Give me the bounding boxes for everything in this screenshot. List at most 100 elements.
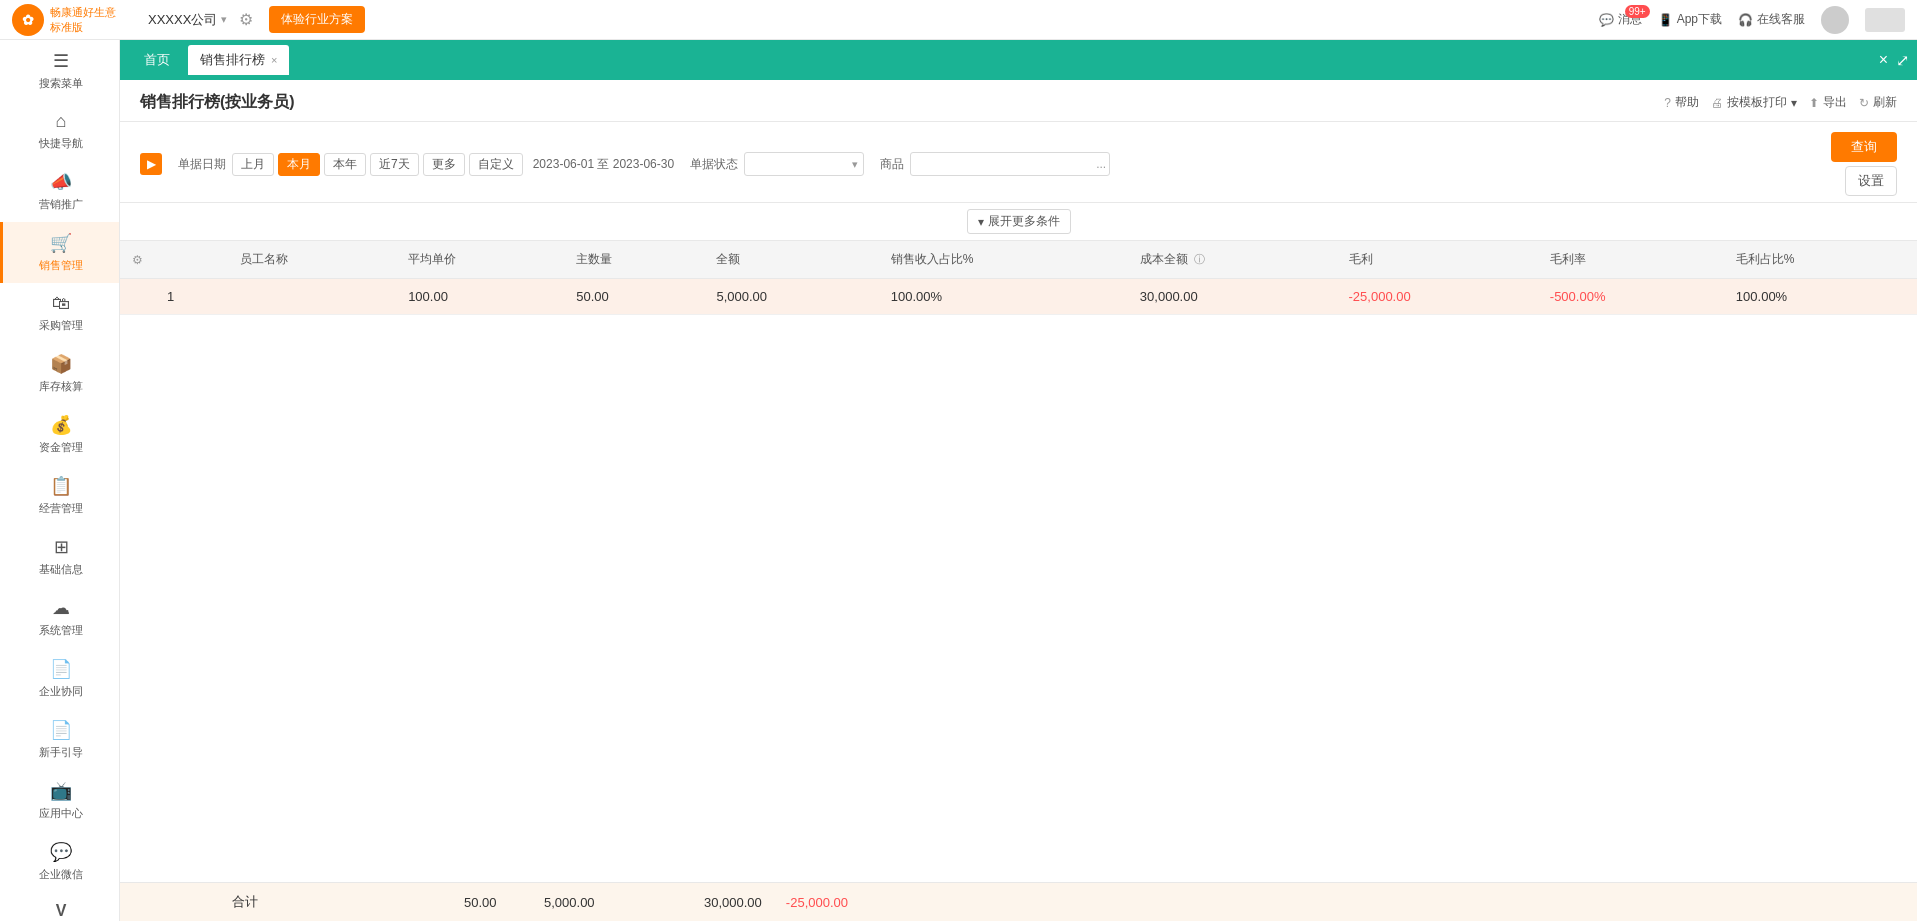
member-icon: V: [56, 902, 67, 920]
row-gross-rate: -500.00%: [1538, 279, 1724, 315]
message-btn[interactable]: 💬 消息 99+: [1599, 11, 1642, 28]
tab-sales-ranking[interactable]: 销售排行榜 ×: [188, 45, 289, 75]
sidebar-item-finance[interactable]: 💰 资金管理: [0, 404, 119, 465]
tab-bar: 首页 销售排行榜 × × ⤢: [120, 40, 1917, 80]
app-download-btn[interactable]: 📱 App下载: [1658, 11, 1722, 28]
sidebar-item-operations[interactable]: 📋 经营管理: [0, 465, 119, 526]
help-label: 帮助: [1675, 94, 1699, 111]
sidebar-item-search[interactable]: ☰ 搜索菜单: [0, 40, 119, 101]
sidebar-item-system[interactable]: ☁ 系统管理: [0, 587, 119, 648]
refresh-btn[interactable]: ↻ 刷新: [1859, 94, 1897, 111]
export-btn[interactable]: ⬆ 导出: [1809, 94, 1847, 111]
col-header-main-qty: 主数量: [564, 241, 704, 279]
filter-toggle-btn[interactable]: ▶: [140, 153, 162, 175]
company-arrow-icon: ▾: [221, 13, 227, 26]
footer-main-qty: 50.00: [452, 895, 532, 910]
current-year-btn[interactable]: 本年: [324, 153, 366, 176]
help-btn[interactable]: ? 帮助: [1664, 94, 1699, 111]
setting-btn[interactable]: 设置: [1845, 166, 1897, 196]
sidebar-item-shortcut[interactable]: ⌂ 快捷导航: [0, 101, 119, 161]
sidebar-item-member[interactable]: V 畅会员: [0, 892, 119, 921]
marketing-icon: 📣: [50, 171, 72, 193]
sidebar-label-search: 搜索菜单: [39, 76, 83, 91]
product-input[interactable]: [910, 152, 1110, 176]
print-btn[interactable]: 🖨 按模板打印 ▾: [1711, 94, 1797, 111]
sidebar-item-wechat[interactable]: 💬 企业微信: [0, 831, 119, 892]
sidebar-label-operations: 经营管理: [39, 501, 83, 516]
table-header-row: ⚙ 员工名称 平均单价 主数量: [120, 241, 1917, 279]
custom-date-btn[interactable]: 自定义: [469, 153, 523, 176]
product-more-icon[interactable]: ...: [1096, 157, 1106, 171]
col-header-cost: 成本全额 ⓘ: [1128, 241, 1337, 279]
app-logo: ✿ 畅康通好生意 标准版: [12, 4, 132, 36]
wechat-icon: 💬: [50, 841, 72, 863]
basic-icon: ⊞: [54, 536, 69, 558]
sidebar-label-basic: 基础信息: [39, 562, 83, 577]
headset-icon: 🎧: [1738, 13, 1753, 27]
footer-amount: 5,000.00: [532, 895, 612, 910]
status-select-wrapper: [744, 152, 864, 176]
cost-info-icon[interactable]: ⓘ: [1194, 253, 1205, 265]
row-sales-pct: 100.00%: [879, 279, 1128, 315]
topbar-right: 💬 消息 99+ 📱 App下载 🎧 在线客服: [1599, 6, 1905, 34]
trial-btn[interactable]: 体验行业方案: [269, 6, 365, 33]
table-row: 1 100.00 50.00 5,000.00 100.00% 30,000.0…: [120, 279, 1917, 315]
table-body: 1 100.00 50.00 5,000.00 100.00% 30,000.0…: [120, 279, 1917, 315]
sidebar-item-sales[interactable]: 🛒 销售管理: [0, 222, 119, 283]
export-label: 导出: [1823, 94, 1847, 111]
sidebar-item-guide[interactable]: 📄 新手引导: [0, 709, 119, 770]
expand-conditions-btn[interactable]: ▾ 展开更多条件: [967, 209, 1071, 234]
print-dropdown-icon[interactable]: ▾: [1791, 96, 1797, 110]
tab-bar-right: × ⤢: [1879, 51, 1909, 70]
date-filter: 单据日期 上月 本月 本年 近7天 更多 自定义 2023-06-01 至 20…: [178, 153, 674, 176]
online-service-btn[interactable]: 🎧 在线客服: [1738, 11, 1805, 28]
sidebar-label-finance: 资金管理: [39, 440, 83, 455]
col-settings[interactable]: ⚙: [120, 241, 155, 279]
footer-cost: 30,000.00: [692, 895, 774, 910]
page-title: 销售排行榜(按业务员): [140, 92, 295, 113]
product-filter: 商品 ...: [880, 152, 1106, 176]
sidebar-item-purchase[interactable]: 🛍 采购管理: [0, 283, 119, 343]
table-footer: 合计 50.00 5,000.00 30,000.00 -25,000.00: [120, 882, 1917, 921]
sidebar-item-marketing[interactable]: 📣 营销推广: [0, 161, 119, 222]
col-settings-icon[interactable]: ⚙: [132, 253, 143, 267]
sidebar-item-apps[interactable]: 📺 应用中心: [0, 770, 119, 831]
sidebar-item-basic[interactable]: ⊞ 基础信息: [0, 526, 119, 587]
tab-close-icon[interactable]: ×: [271, 54, 277, 66]
operations-icon: 📋: [50, 475, 72, 497]
col-header-index: [155, 241, 228, 279]
row-amount: 5,000.00: [704, 279, 878, 315]
product-filter-label: 商品: [880, 156, 904, 173]
print-label: 按模板打印: [1727, 94, 1787, 111]
col-header-avg-price: 平均单价: [396, 241, 564, 279]
company-name: XXXXX公司: [148, 11, 217, 29]
sidebar-item-collab[interactable]: 📄 企业协同: [0, 648, 119, 709]
company-selector[interactable]: XXXXX公司 ▾: [148, 11, 227, 29]
close-window-btn[interactable]: ×: [1879, 51, 1888, 69]
col-header-employee: 员工名称: [228, 241, 396, 279]
restore-window-btn[interactable]: ⤢: [1896, 51, 1909, 70]
sidebar-label-wechat: 企业微信: [39, 867, 83, 882]
settings-icon[interactable]: ⚙: [239, 10, 253, 29]
tab-home[interactable]: 首页: [128, 45, 186, 75]
avatar[interactable]: [1821, 6, 1849, 34]
filter-toggle-icon: ▶: [147, 157, 156, 171]
main-layout: ☰ 搜索菜单 ⌂ 快捷导航 📣 营销推广 🛒 销售管理 🛍 采购管理 📦 库存核…: [0, 40, 1917, 921]
status-select[interactable]: [744, 152, 864, 176]
filter-row: ▶ 单据日期 上月 本月 本年 近7天 更多 自定义 2023-0: [140, 132, 1897, 196]
sidebar-label-sales: 销售管理: [39, 258, 83, 273]
row-avg-price: 100.00: [396, 279, 564, 315]
current-month-btn[interactable]: 本月: [278, 153, 320, 176]
sidebar-label-shortcut: 快捷导航: [39, 136, 83, 151]
query-btn[interactable]: 查询: [1831, 132, 1897, 162]
last7days-btn[interactable]: 近7天: [370, 153, 419, 176]
sidebar-item-inventory[interactable]: 📦 库存核算: [0, 343, 119, 404]
sidebar-label-guide: 新手引导: [39, 745, 83, 760]
col-header-sales-pct: 销售收入占比%: [879, 241, 1128, 279]
user-name-placeholder: [1865, 8, 1905, 32]
filter-right-actions: 查询 设置: [1831, 132, 1897, 196]
more-dates-btn[interactable]: 更多: [423, 153, 465, 176]
sidebar-label-collab: 企业协同: [39, 684, 83, 699]
last-month-btn[interactable]: 上月: [232, 153, 274, 176]
system-icon: ☁: [52, 597, 70, 619]
